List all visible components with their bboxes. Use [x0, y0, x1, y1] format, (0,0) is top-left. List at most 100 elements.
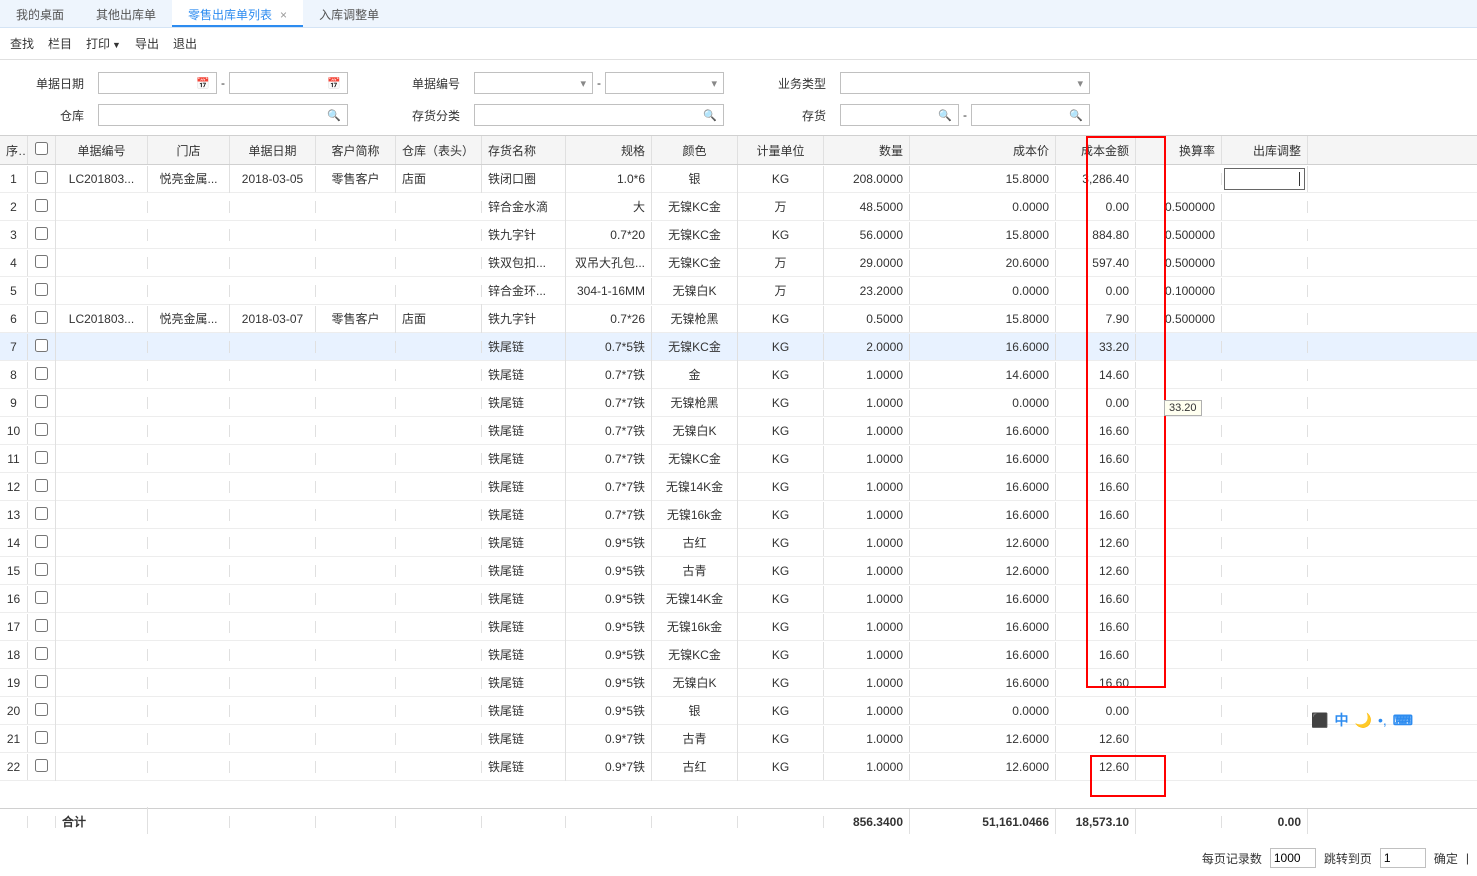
search-icon[interactable]: 🔍 [321, 109, 347, 122]
close-icon[interactable]: × [280, 8, 287, 22]
table-row[interactable]: 7铁尾链0.7*5铁无镍KC金KG2.000016.600033.20 [0, 333, 1477, 361]
table-row[interactable]: 21铁尾链0.9*7铁古青KG1.000012.600012.60 [0, 725, 1477, 753]
chevron-down-icon[interactable]: ▾ [705, 77, 723, 90]
col-header-13[interactable]: 成本金额 [1056, 136, 1136, 164]
row-checkbox[interactable] [35, 507, 48, 520]
table-row[interactable]: 20铁尾链0.9*5铁银KG1.00000.00000.00 [0, 697, 1477, 725]
row-checkbox[interactable] [35, 395, 48, 408]
search-icon[interactable]: 🔍 [697, 109, 723, 122]
row-checkbox[interactable] [35, 619, 48, 632]
table-row[interactable]: 18铁尾链0.9*5铁无镍KC金KG1.000016.600016.60 [0, 641, 1477, 669]
cell-name: 铁尾链 [482, 752, 566, 781]
col-header-2[interactable]: 单据编号 [56, 136, 148, 164]
table-row[interactable]: 22铁尾链0.9*7铁古红KG1.000012.600012.60 [0, 753, 1477, 781]
col-header-10[interactable]: 计量单位 [738, 136, 824, 164]
row-checkbox[interactable] [35, 535, 48, 548]
row-checkbox[interactable] [35, 311, 48, 324]
toolbar-查找[interactable]: 查找 [10, 35, 34, 52]
table-row[interactable]: 2锌合金水滴大无镍KC金万48.50000.00000.000.500000 [0, 193, 1477, 221]
table-row[interactable]: 1LC201803...悦亮金属...2018-03-05零售客户店面铁闭口圈1… [0, 165, 1477, 193]
col-header-11[interactable]: 数量 [824, 136, 910, 164]
filter-stockcat[interactable]: 🔍 [474, 104, 724, 126]
table-row[interactable]: 16铁尾链0.9*5铁无镍14K金KG1.000016.600016.60 [0, 585, 1477, 613]
col-header-0[interactable]: 序号 [0, 136, 28, 164]
pager-per-input[interactable] [1270, 848, 1316, 868]
col-header-7[interactable]: 存货名称 [482, 136, 566, 164]
tab-3[interactable]: 入库调整单 [303, 0, 395, 27]
cell-cust: 零售客户 [316, 165, 396, 193]
filter-stock-to[interactable]: 🔍 [971, 104, 1090, 126]
col-header-14[interactable]: 换算率 [1136, 136, 1222, 164]
edit-cell[interactable] [1222, 166, 1308, 192]
col-header-12[interactable]: 成本价 [910, 136, 1056, 164]
col-header-4[interactable]: 单据日期 [230, 136, 316, 164]
col-header-8[interactable]: 规格 [566, 136, 652, 164]
row-checkbox[interactable] [35, 591, 48, 604]
search-icon[interactable]: 🔍 [932, 109, 958, 122]
row-checkbox[interactable] [35, 731, 48, 744]
row-checkbox[interactable] [35, 647, 48, 660]
chevron-down-icon[interactable]: ▾ [1071, 77, 1089, 90]
col-header-1[interactable] [28, 136, 56, 164]
select-all-checkbox[interactable] [35, 142, 48, 155]
table-row[interactable]: 12铁尾链0.7*7铁无镍14K金KG1.000016.600016.60 [0, 473, 1477, 501]
table-row[interactable]: 14铁尾链0.9*5铁古红KG1.000012.600012.60 [0, 529, 1477, 557]
table-row[interactable]: 10铁尾链0.7*7铁无镍白KKG1.000016.600016.60 [0, 417, 1477, 445]
table-row[interactable]: 4铁双包扣...双吊大孔包...无镍KC金万29.000020.6000597.… [0, 249, 1477, 277]
pager-goto-input[interactable] [1380, 848, 1426, 868]
table-row[interactable]: 6LC201803...悦亮金属...2018-03-07零售客户店面铁九字针0… [0, 305, 1477, 333]
table-row[interactable]: 17铁尾链0.9*5铁无镍16k金KG1.000016.600016.60 [0, 613, 1477, 641]
tab-0[interactable]: 我的桌面 [0, 0, 80, 27]
table-row[interactable]: 3铁九字针0.7*20无镍KC金KG56.000015.8000884.800.… [0, 221, 1477, 249]
row-checkbox[interactable] [35, 171, 48, 184]
row-checkbox[interactable] [35, 367, 48, 380]
cell-wh [396, 229, 482, 241]
toolbar-打印[interactable]: 打印▼ [86, 35, 121, 52]
table-row[interactable]: 9铁尾链0.7*7铁无镍枪黑KG1.00000.00000.00 [0, 389, 1477, 417]
col-header-15[interactable]: 出库调整 [1222, 136, 1308, 164]
tab-1[interactable]: 其他出库单 [80, 0, 172, 27]
row-checkbox[interactable] [35, 479, 48, 492]
pager-confirm-button[interactable]: 确定 [1434, 850, 1458, 867]
row-checkbox[interactable] [35, 423, 48, 436]
filter-date-to[interactable]: 📅 [229, 72, 348, 94]
row-checkbox[interactable] [35, 675, 48, 688]
cell-wh: 店面 [396, 165, 482, 193]
row-checkbox[interactable] [35, 563, 48, 576]
calendar-icon[interactable]: 📅 [321, 77, 347, 90]
filter-warehouse[interactable]: 🔍 [98, 104, 348, 126]
table-row[interactable]: 8铁尾链0.7*7铁金KG1.000014.600014.60 [0, 361, 1477, 389]
table-row[interactable]: 19铁尾链0.9*5铁无镍白KKG1.000016.600016.60 [0, 669, 1477, 697]
filter-biztype[interactable]: ▾ [840, 72, 1090, 94]
calendar-icon[interactable]: 📅 [190, 77, 216, 90]
cell-rate [1136, 369, 1222, 381]
row-checkbox[interactable] [35, 283, 48, 296]
grid-body[interactable]: 1LC201803...悦亮金属...2018-03-05零售客户店面铁闭口圈1… [0, 165, 1477, 808]
chevron-down-icon[interactable]: ▾ [574, 77, 592, 90]
table-row[interactable]: 11铁尾链0.7*7铁无镍KC金KG1.000016.600016.60 [0, 445, 1477, 473]
toolbar-退出[interactable]: 退出 [173, 35, 197, 52]
filter-code-to[interactable]: ▾ [605, 72, 724, 94]
filter-code-from[interactable]: ▾ [474, 72, 593, 94]
toolbar-导出[interactable]: 导出 [135, 35, 159, 52]
row-checkbox[interactable] [35, 703, 48, 716]
filter-date-from[interactable]: 📅 [98, 72, 217, 94]
table-row[interactable]: 5锌合金环...304-1-16MM无镍白K万23.20000.00000.00… [0, 277, 1477, 305]
toolbar-栏目[interactable]: 栏目 [48, 35, 72, 52]
row-checkbox[interactable] [35, 227, 48, 240]
row-checkbox[interactable] [35, 451, 48, 464]
row-checkbox[interactable] [35, 339, 48, 352]
search-icon[interactable]: 🔍 [1063, 109, 1089, 122]
col-header-6[interactable]: 仓库（表头） [396, 136, 482, 164]
row-checkbox[interactable] [35, 759, 48, 772]
filter-stock-from[interactable]: 🔍 [840, 104, 959, 126]
cell-wh [396, 621, 482, 633]
row-checkbox[interactable] [35, 255, 48, 268]
table-row[interactable]: 13铁尾链0.7*7铁无镍16k金KG1.000016.600016.60 [0, 501, 1477, 529]
col-header-3[interactable]: 门店 [148, 136, 230, 164]
col-header-9[interactable]: 颜色 [652, 136, 738, 164]
table-row[interactable]: 15铁尾链0.9*5铁古青KG1.000012.600012.60 [0, 557, 1477, 585]
col-header-5[interactable]: 客户简称 [316, 136, 396, 164]
tab-2[interactable]: 零售出库单列表× [172, 0, 303, 27]
row-checkbox[interactable] [35, 199, 48, 212]
